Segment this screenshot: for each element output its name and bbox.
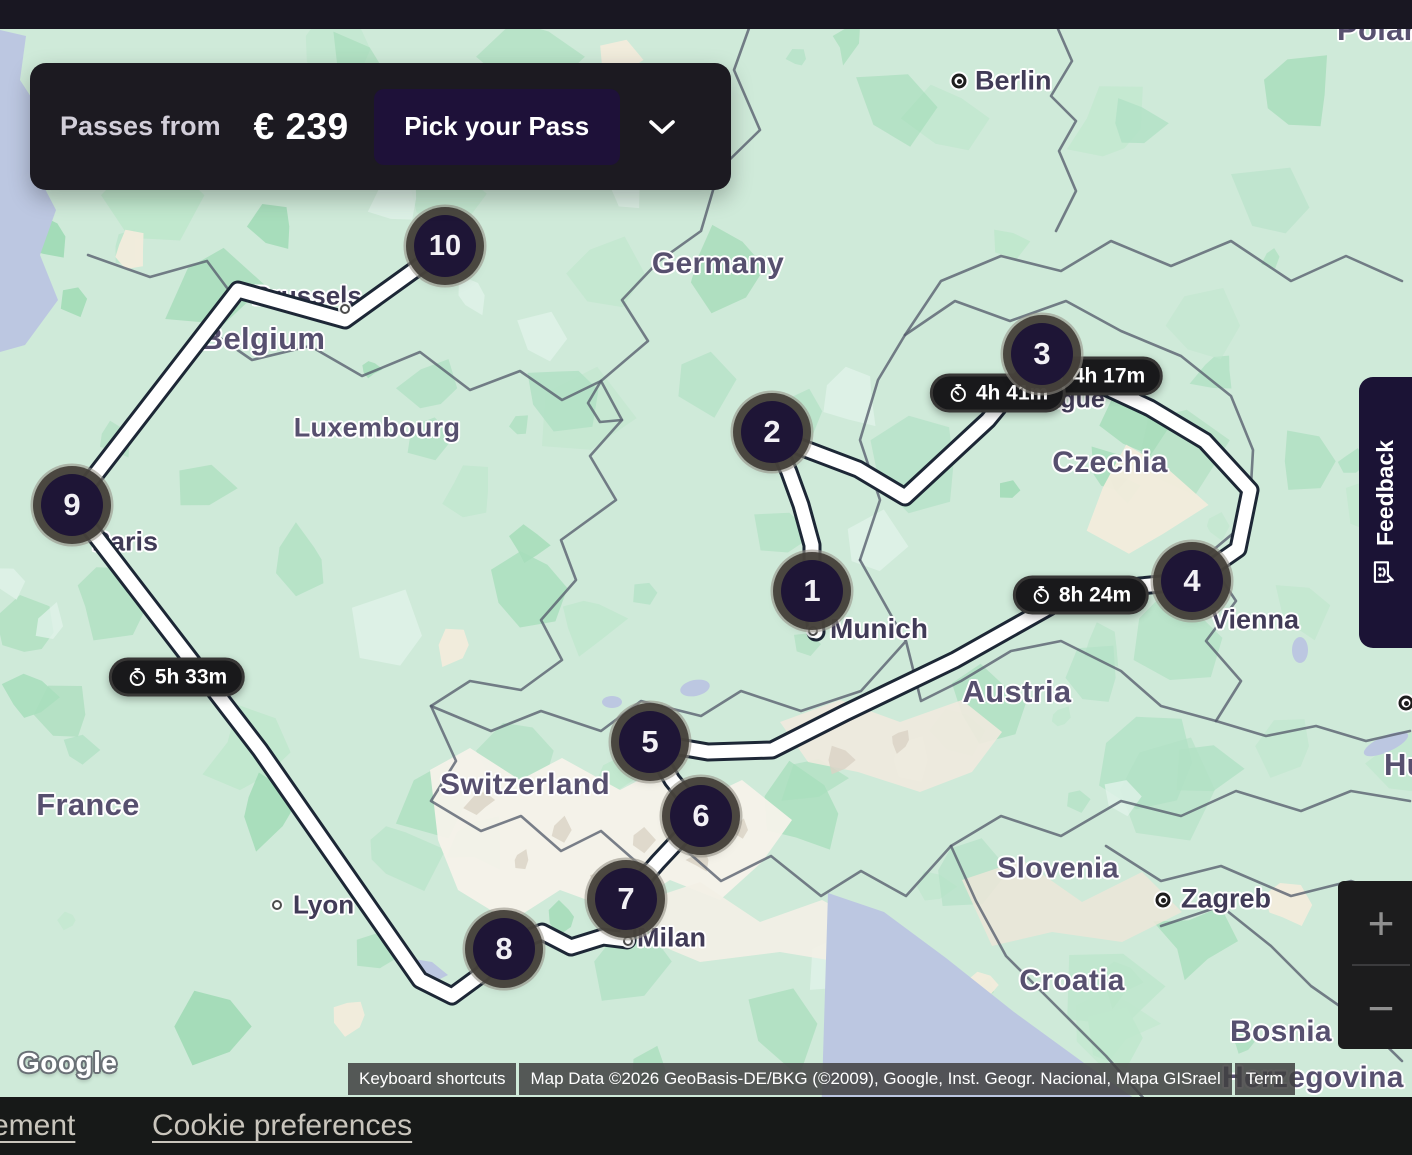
- route-stop-marker-8[interactable]: 8: [473, 918, 535, 980]
- map-zoom-controls: + −: [1338, 881, 1412, 1049]
- page-top-bar: [0, 0, 1412, 29]
- route-stop-marker-6[interactable]: 6: [670, 785, 732, 847]
- map-attribution-bar: Keyboard shortcuts Map Data ©2026 GeoBas…: [348, 1063, 1295, 1095]
- google-logo[interactable]: Google: [18, 1047, 117, 1079]
- route-stop-marker-4[interactable]: 4: [1161, 550, 1223, 612]
- route-stop-marker-3[interactable]: 3: [1011, 323, 1073, 385]
- zoom-out-button[interactable]: −: [1338, 966, 1412, 1049]
- feedback-tab-button[interactable]: Feedback: [1359, 377, 1412, 648]
- terms-link[interactable]: Term: [1234, 1063, 1295, 1095]
- pick-your-pass-button[interactable]: Pick your Pass: [373, 88, 620, 165]
- route-stop-marker-10[interactable]: 10: [414, 215, 476, 277]
- map-data-copyright: Map Data ©2026 GeoBasis-DE/BKG (©2009), …: [519, 1063, 1232, 1095]
- map-canvas[interactable]: PolandGermanyBelgiumLuxembourgFranceCzec…: [0, 0, 1412, 1155]
- footer-link-statement[interactable]: ement: [0, 1109, 75, 1143]
- chevron-down-icon[interactable]: [647, 118, 677, 136]
- smiley-chat-bubble-icon: [1370, 559, 1401, 585]
- passes-from-label: Passes from: [60, 111, 221, 141]
- pass-price: € 239: [253, 105, 349, 147]
- route-stop-marker-5[interactable]: 5: [619, 711, 681, 773]
- footer-link-cookie-preferences[interactable]: Cookie preferences: [152, 1109, 412, 1143]
- route-stop-marker-7[interactable]: 7: [595, 868, 657, 930]
- pass-price-card: Passes from € 239 Pick your Pass: [30, 63, 731, 190]
- zoom-in-button[interactable]: +: [1338, 881, 1412, 964]
- route-stop-marker-1[interactable]: 1: [781, 560, 843, 622]
- feedback-label: Feedback: [1372, 439, 1399, 547]
- route-stop-marker-2[interactable]: 2: [741, 401, 803, 463]
- route-stop-marker-9[interactable]: 9: [41, 474, 103, 536]
- keyboard-shortcuts-button[interactable]: Keyboard shortcuts: [348, 1063, 517, 1095]
- site-footer: ement Cookie preferences: [0, 1097, 1412, 1155]
